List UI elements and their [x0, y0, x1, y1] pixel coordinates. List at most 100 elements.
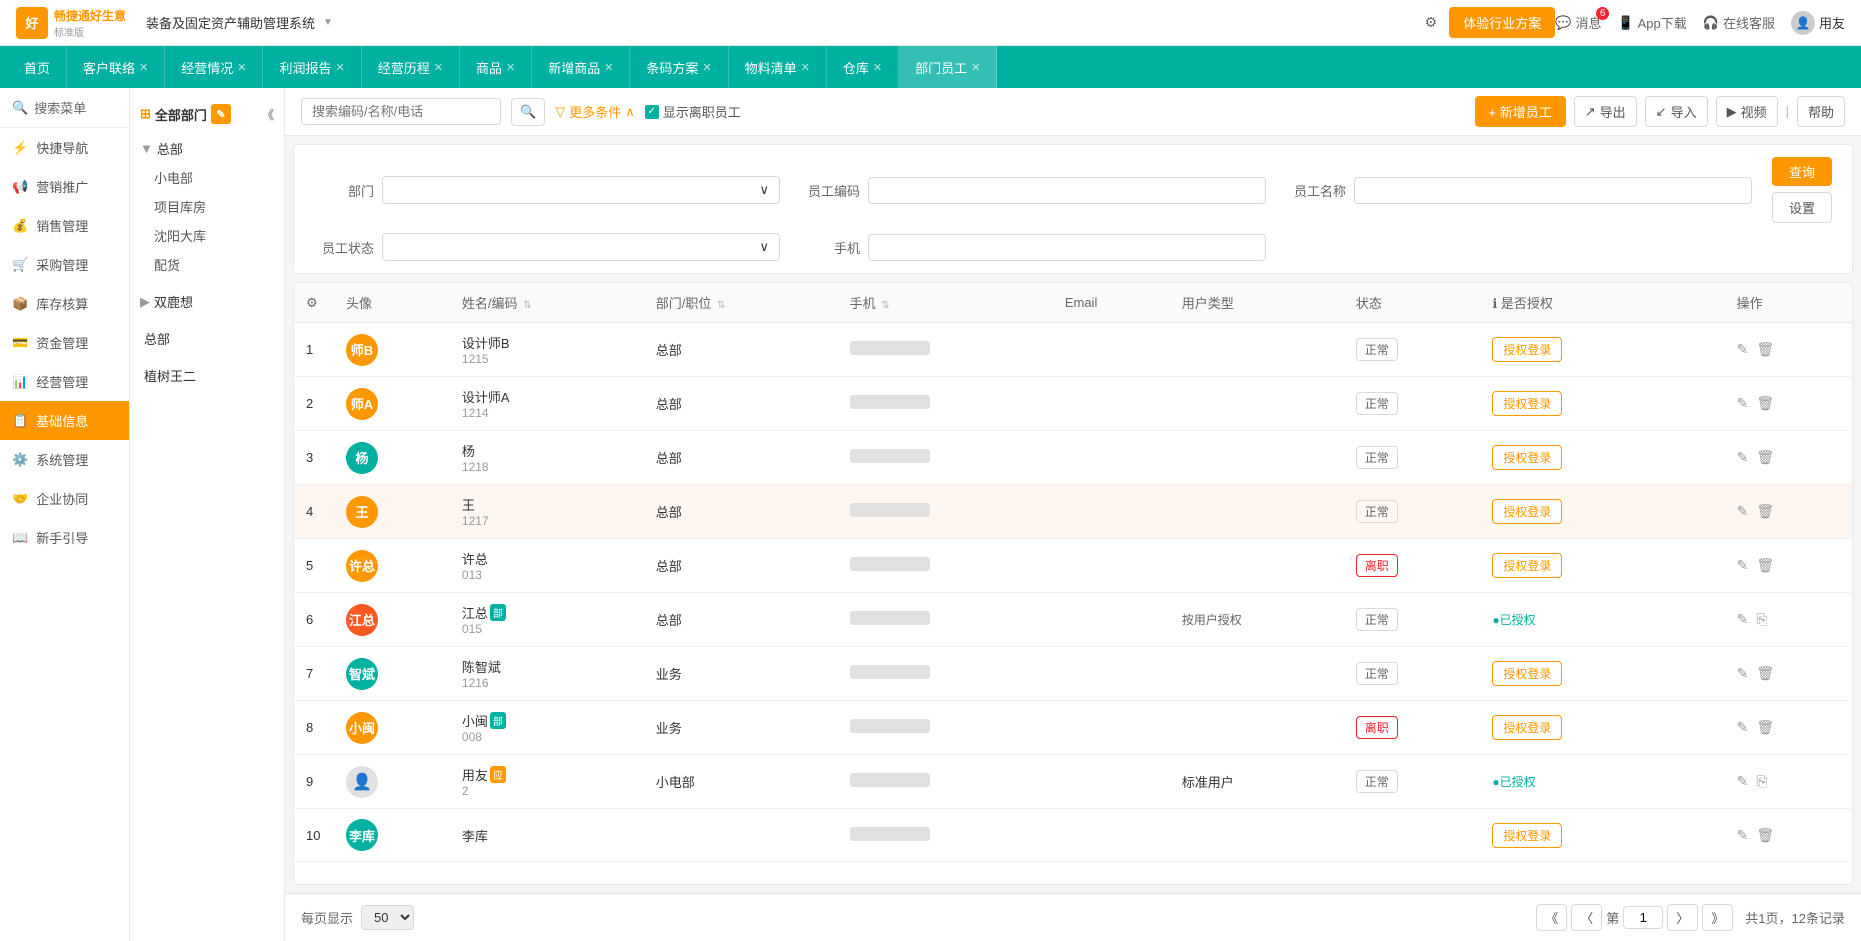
auth-button[interactable]: 授权登录 — [1492, 823, 1562, 848]
tab-close-icon[interactable]: ✕ — [801, 61, 810, 74]
sidebar-item-basic[interactable]: 📋 基础信息 — [0, 401, 129, 440]
message-area[interactable]: 💬 消息 6 — [1555, 13, 1601, 32]
online-service-link[interactable]: 🎧 在线客服 — [1703, 13, 1775, 32]
delete-icon[interactable]: 🗑 — [1756, 827, 1774, 844]
settings-icon[interactable]: ⚙ — [1425, 14, 1438, 31]
filter-setting-button[interactable]: 设置 — [1772, 192, 1832, 223]
app-download-link[interactable]: 📱 App下载 — [1617, 13, 1686, 32]
edit-icon[interactable]: ✎ — [1737, 827, 1749, 844]
edit-icon[interactable]: ✎ — [1737, 341, 1749, 358]
delete-icon[interactable]: 🗑 — [1756, 503, 1774, 520]
copy-icon[interactable]: ⎘ — [1756, 611, 1767, 628]
tab-barcode[interactable]: 条码方案✕ — [630, 46, 728, 88]
dept-group-title-zongbu[interactable]: ▼ 总部 — [130, 134, 284, 163]
edit-icon[interactable]: ✎ — [1737, 665, 1749, 682]
dept-group-title-shuanglu[interactable]: ▶ 双鹿想 — [130, 287, 284, 316]
dept-edit-icon[interactable]: ✎ — [211, 104, 231, 124]
dept-group-title-zhishu[interactable]: 植树王二 — [130, 361, 284, 390]
edit-icon[interactable]: ✎ — [1737, 503, 1749, 520]
sidebar-item-shortcut[interactable]: ⚡ 快捷导航 — [0, 128, 129, 167]
tab-goods[interactable]: 商品✕ — [460, 46, 532, 88]
filter-emp-name-input[interactable] — [1354, 177, 1752, 204]
tab-close-icon[interactable]: ✕ — [702, 61, 711, 74]
dept-child-shenyang[interactable]: 沈阳大库 — [130, 221, 284, 250]
filter-dept-select[interactable]: ∨ — [382, 176, 780, 204]
more-conditions[interactable]: ▽ 更多条件 ∧ — [555, 102, 635, 121]
trial-button[interactable]: 体验行业方案 — [1449, 7, 1555, 38]
delete-icon[interactable]: 🗑 — [1756, 665, 1774, 682]
col-dept[interactable]: 部门/职位 ⇅ — [644, 283, 838, 323]
tab-home[interactable]: 首页 — [8, 46, 67, 88]
filter-emp-code-input[interactable] — [868, 177, 1266, 204]
sidebar-item-business[interactable]: 📊 经营管理 — [0, 362, 129, 401]
search-button[interactable]: 🔍 — [511, 98, 545, 126]
show-former-checkbox[interactable]: ✓ 显示离职员工 — [645, 102, 741, 121]
query-button[interactable]: 查询 — [1772, 157, 1832, 186]
video-button[interactable]: ▶ 视频 — [1716, 96, 1778, 127]
tab-staff[interactable]: 部门员工✕ — [899, 46, 997, 88]
tab-warehouse[interactable]: 仓库✕ — [827, 46, 899, 88]
page-number-input[interactable] — [1623, 906, 1663, 929]
sidebar-item-system[interactable]: ⚙️ 系统管理 — [0, 440, 129, 479]
delete-icon[interactable]: 🗑 — [1756, 395, 1774, 412]
edit-icon[interactable]: ✎ — [1737, 773, 1749, 790]
next-page-button[interactable]: 〉 — [1667, 904, 1698, 931]
auth-button[interactable]: 授权登录 — [1492, 337, 1562, 362]
page-size-select[interactable]: 50 — [361, 905, 414, 930]
last-page-button[interactable]: 》 — [1702, 904, 1733, 931]
tab-profit[interactable]: 利润报告✕ — [263, 46, 361, 88]
auth-button[interactable]: 授权登录 — [1492, 661, 1562, 686]
dept-group-title-zongbu2[interactable]: 总部 — [130, 324, 284, 353]
edit-icon[interactable]: ✎ — [1737, 449, 1749, 466]
dept-child-xiaodian[interactable]: 小电部 — [130, 163, 284, 192]
tab-close-icon[interactable]: ✕ — [506, 61, 515, 74]
tab-bom[interactable]: 物料清单✕ — [729, 46, 827, 88]
tab-close-icon[interactable]: ✕ — [434, 61, 443, 74]
tab-close-icon[interactable]: ✕ — [604, 61, 613, 74]
auth-button[interactable]: 授权登录 — [1492, 445, 1562, 470]
dept-child-project[interactable]: 项目库房 — [130, 192, 284, 221]
filter-status-select[interactable]: ∨ — [382, 233, 780, 261]
dropdown-arrow-icon[interactable]: ▼ — [323, 17, 333, 28]
delete-icon[interactable]: 🗑 — [1756, 557, 1774, 574]
tab-customer[interactable]: 客户联络✕ — [67, 46, 165, 88]
search-input[interactable] — [301, 98, 501, 125]
add-employee-button[interactable]: + 新增员工 — [1475, 96, 1566, 127]
prev-page-button[interactable]: 〈 — [1571, 904, 1602, 931]
auth-button[interactable]: 授权登录 — [1492, 553, 1562, 578]
auth-button[interactable]: 授权登录 — [1492, 499, 1562, 524]
col-settings[interactable]: ⚙ — [294, 283, 334, 323]
delete-icon[interactable]: 🗑 — [1756, 719, 1774, 736]
tab-operation[interactable]: 经营情况✕ — [165, 46, 263, 88]
export-button[interactable]: ↗ 导出 — [1574, 96, 1637, 127]
tab-close-icon[interactable]: ✕ — [336, 61, 345, 74]
auth-button[interactable]: 授权登录 — [1492, 715, 1562, 740]
dept-child-peihuo[interactable]: 配货 — [130, 250, 284, 279]
edit-icon[interactable]: ✎ — [1737, 611, 1749, 628]
first-page-button[interactable]: 《 — [1536, 904, 1567, 931]
tab-close-icon[interactable]: ✕ — [139, 61, 148, 74]
import-button[interactable]: ↙ 导入 — [1645, 96, 1708, 127]
dept-collapse-icon[interactable]: 《 — [262, 106, 274, 123]
filter-phone-input[interactable] — [868, 234, 1266, 261]
user-area[interactable]: 👤 用友 — [1791, 11, 1845, 35]
sidebar-item-finance[interactable]: 💳 资金管理 — [0, 323, 129, 362]
tab-history[interactable]: 经营历程✕ — [362, 46, 460, 88]
sidebar-item-purchase[interactable]: 🛒 采购管理 — [0, 245, 129, 284]
tab-add-goods[interactable]: 新增商品✕ — [532, 46, 630, 88]
sidebar-item-sales[interactable]: 💰 销售管理 — [0, 206, 129, 245]
sidebar-item-search[interactable]: 🔍 搜索菜单 — [0, 88, 129, 128]
col-name[interactable]: 姓名/编码 ⇅ — [450, 283, 644, 323]
sidebar-item-marketing[interactable]: 📢 营销推广 — [0, 167, 129, 206]
tab-close-icon[interactable]: ✕ — [873, 61, 882, 74]
delete-icon[interactable]: 🗑 — [1756, 449, 1774, 466]
sidebar-item-guide[interactable]: 📖 新手引导 — [0, 518, 129, 557]
sidebar-item-collab[interactable]: 🤝 企业协同 — [0, 479, 129, 518]
sidebar-item-inventory[interactable]: 📦 库存核算 — [0, 284, 129, 323]
edit-icon[interactable]: ✎ — [1737, 719, 1749, 736]
edit-icon[interactable]: ✎ — [1737, 395, 1749, 412]
edit-icon[interactable]: ✎ — [1737, 557, 1749, 574]
help-button[interactable]: 帮助 — [1797, 96, 1845, 127]
tab-close-icon[interactable]: ✕ — [237, 61, 246, 74]
delete-icon[interactable]: 🗑 — [1756, 341, 1774, 358]
